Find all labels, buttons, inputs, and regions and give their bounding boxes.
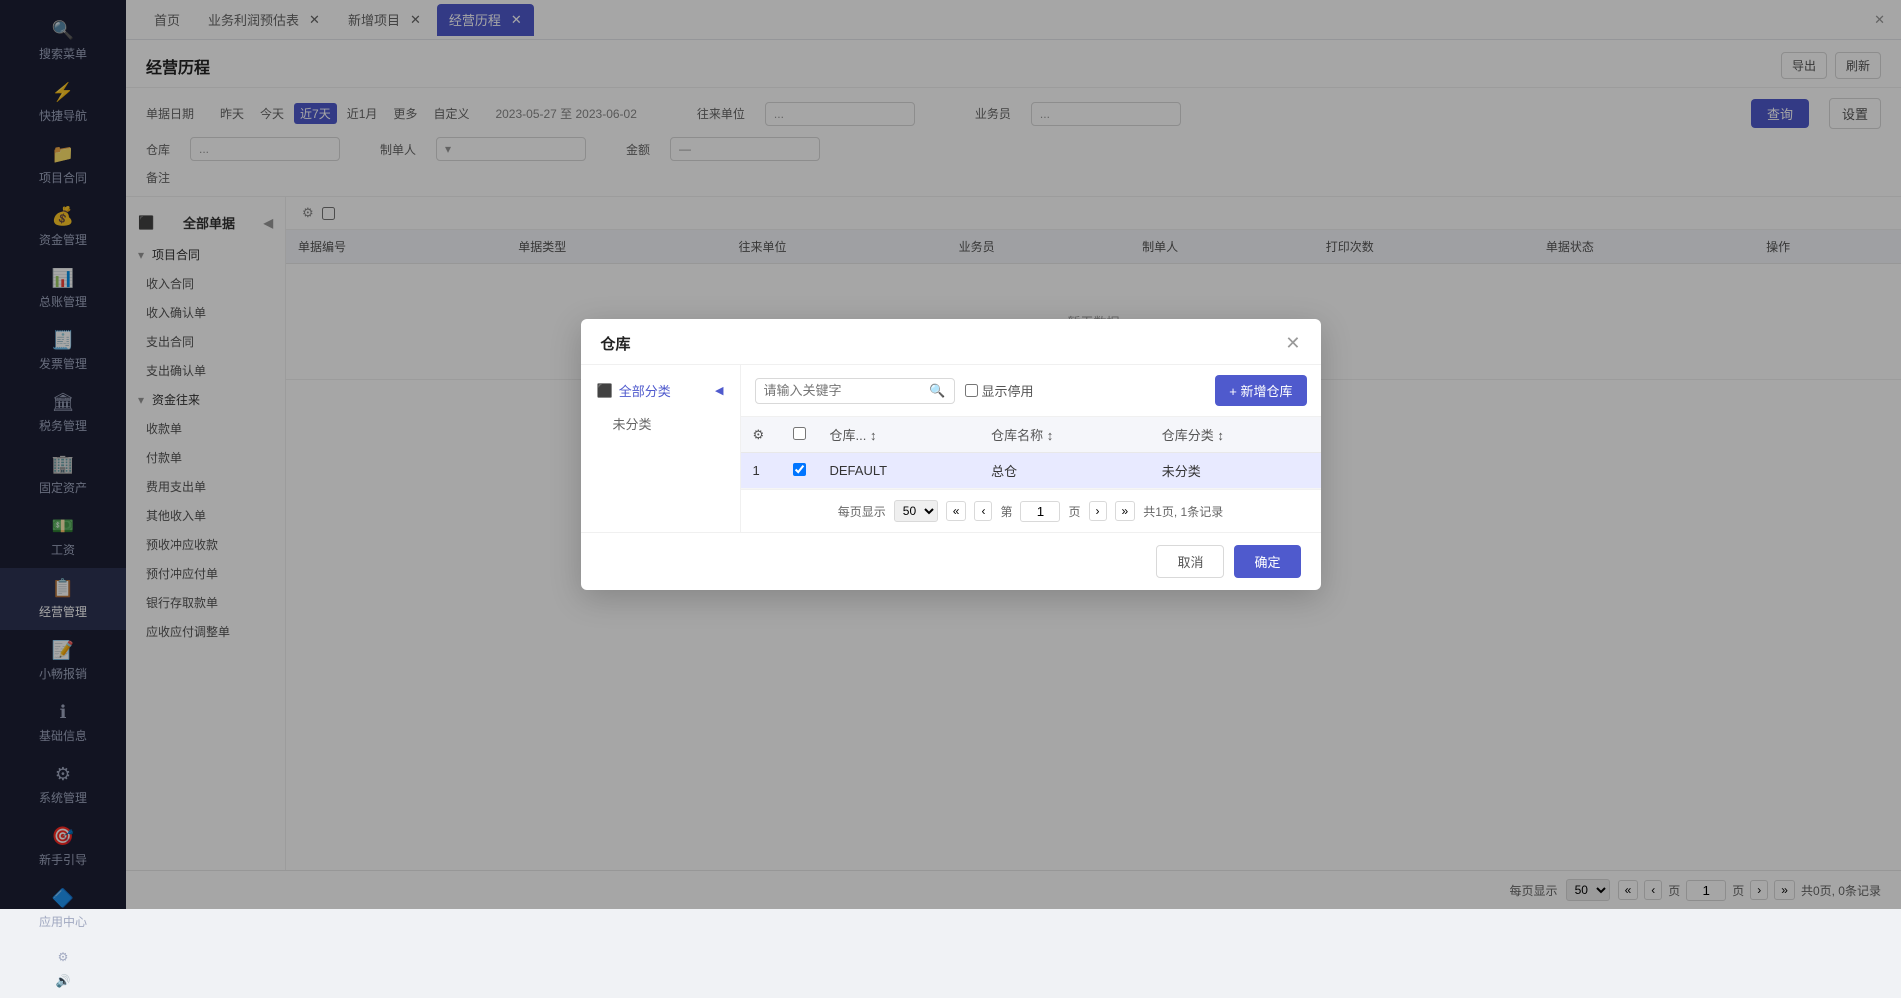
modal-right-content: 🔍 显示停用 + 新增仓库 ⚙ [741, 365, 1321, 532]
modal-cancel-button[interactable]: 取消 [1156, 545, 1224, 578]
show-disabled-checkbox[interactable] [965, 384, 978, 397]
modal-header: 仓库 ✕ [581, 319, 1321, 365]
search-icon: 🔍 [929, 383, 945, 399]
settings-icon: ⚙ [58, 950, 69, 964]
modal-left-nav: ⬛ 全部分类 ◀ 未分类 [581, 365, 741, 532]
modal-prev-page-btn[interactable]: ‹ [974, 501, 992, 521]
modal-body: ⬛ 全部分类 ◀ 未分类 🔍 [581, 365, 1321, 532]
modal-page-size-select[interactable]: 50 [894, 500, 938, 522]
modal-table-wrap: ⚙ 仓库... ↕ 仓库名称 ↕ 仓库分类 ↕ [741, 417, 1321, 489]
modal-page-input[interactable] [1020, 501, 1060, 522]
row-checkbox-1[interactable] [793, 463, 806, 476]
modal-actions: 取消 确定 [581, 532, 1321, 590]
modal-select-all[interactable] [793, 427, 806, 440]
modal-close-icon[interactable]: ✕ [1285, 333, 1300, 354]
modal-col-code: 仓库... ↕ [818, 417, 980, 453]
warehouse-category-cell: 未分类 [1150, 453, 1321, 489]
modal-col-name: 仓库名称 ↕ [979, 417, 1150, 453]
warehouse-name-cell: 总仓 [979, 453, 1150, 489]
modal-overlay: 仓库 ✕ ⬛ 全部分类 ◀ 未分类 [0, 0, 1901, 909]
modal-search-box[interactable]: 🔍 [755, 378, 955, 404]
modal-warehouse-table: ⚙ 仓库... ↕ 仓库名称 ↕ 仓库分类 ↕ [741, 417, 1321, 489]
volume-icon: 🔊 [56, 974, 71, 988]
add-warehouse-button[interactable]: + 新增仓库 [1215, 375, 1306, 406]
modal-toolbar: 🔍 显示停用 + 新增仓库 [741, 365, 1321, 417]
grid-icon: ⬛ [597, 383, 613, 399]
modal-col-settings: ⚙ [741, 417, 781, 453]
modal-next-page-btn[interactable]: › [1089, 501, 1107, 521]
collapse-modal-nav-icon[interactable]: ◀ [715, 384, 723, 397]
modal-nav-all-categories[interactable]: ⬛ 全部分类 ◀ [581, 373, 740, 408]
sidebar-volume[interactable]: 🔊 [56, 974, 71, 988]
modal-nav-unclassified[interactable]: 未分类 [581, 408, 740, 439]
warehouse-modal: 仓库 ✕ ⬛ 全部分类 ◀ 未分类 [581, 319, 1321, 590]
modal-first-page-btn[interactable]: « [946, 501, 967, 521]
modal-confirm-button[interactable]: 确定 [1234, 545, 1300, 578]
warehouse-code-cell: DEFAULT [818, 453, 980, 489]
modal-last-page-btn[interactable]: » [1115, 501, 1136, 521]
modal-col-category: 仓库分类 ↕ [1150, 417, 1321, 453]
table-row[interactable]: 1 DEFAULT 总仓 未分类 [741, 453, 1321, 489]
modal-col-checkbox [781, 417, 818, 453]
show-disabled-checkbox-label: 显示停用 [965, 381, 1034, 400]
modal-pagination: 每页显示 50 « ‹ 第 页 › » 共1页, 1条记录 [741, 489, 1321, 532]
modal-title: 仓库 [601, 333, 631, 354]
modal-search-input[interactable] [764, 383, 924, 398]
sidebar-settings[interactable]: ⚙ [58, 950, 69, 964]
